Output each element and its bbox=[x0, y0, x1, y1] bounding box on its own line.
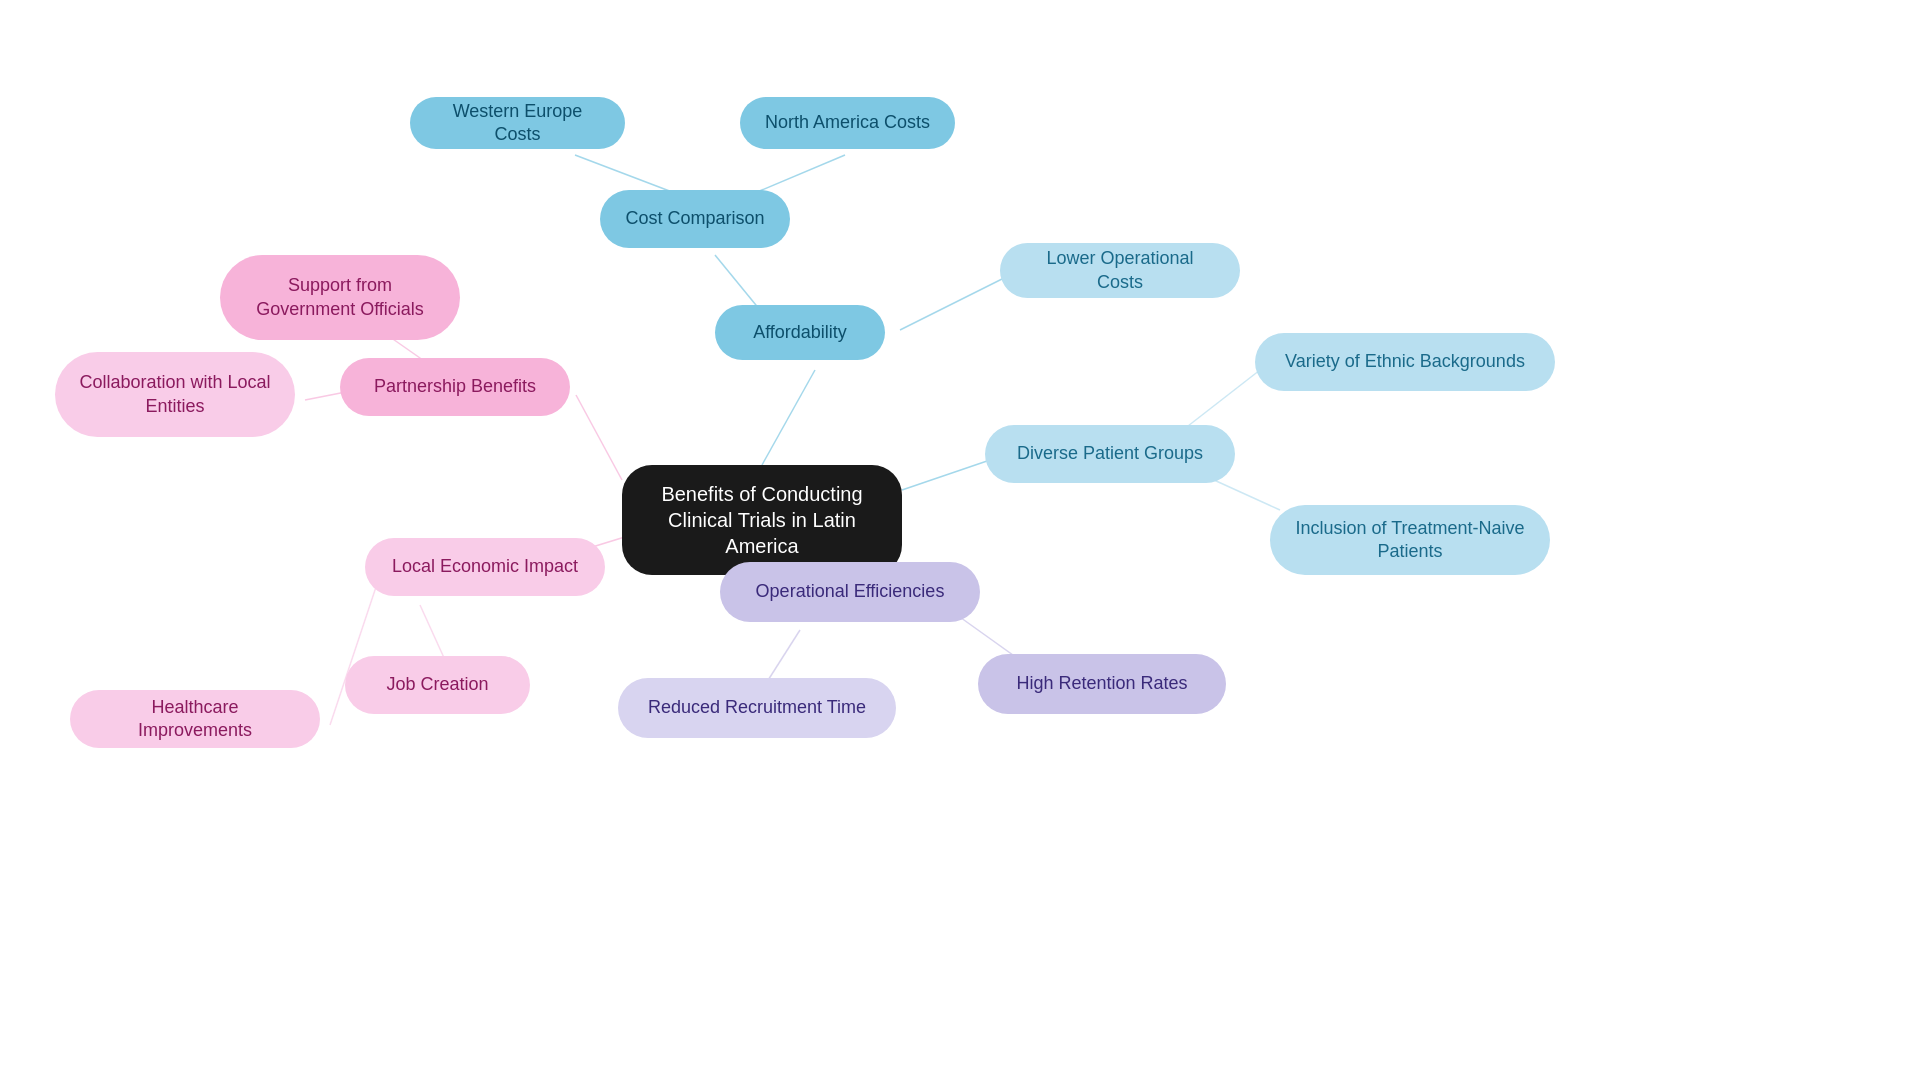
variety-ethnic-node: Variety of Ethnic Backgrounds bbox=[1255, 333, 1555, 391]
collaboration-local-node: Collaboration with Local Entities bbox=[55, 352, 295, 437]
job-creation-node: Job Creation bbox=[345, 656, 530, 714]
svg-line-2 bbox=[575, 155, 680, 195]
svg-line-13 bbox=[420, 605, 445, 660]
diverse-patient-groups-node: Diverse Patient Groups bbox=[985, 425, 1235, 483]
reduced-recruitment-label: Reduced Recruitment Time bbox=[648, 696, 866, 719]
partnership-benefits-node: Partnership Benefits bbox=[340, 358, 570, 416]
svg-line-1 bbox=[715, 255, 760, 310]
variety-ethnic-label: Variety of Ethnic Backgrounds bbox=[1285, 350, 1525, 373]
support-government-label: Support from Government Officials bbox=[242, 274, 438, 321]
collaboration-label: Collaboration with Local Entities bbox=[77, 371, 273, 418]
north-america-label: North America Costs bbox=[765, 111, 930, 134]
partnership-label: Partnership Benefits bbox=[374, 375, 536, 398]
high-retention-node: High Retention Rates bbox=[978, 654, 1226, 714]
svg-line-5 bbox=[902, 460, 990, 490]
svg-line-15 bbox=[765, 630, 800, 685]
local-economic-label: Local Economic Impact bbox=[392, 555, 578, 578]
svg-line-3 bbox=[750, 155, 845, 195]
diverse-patient-label: Diverse Patient Groups bbox=[1017, 442, 1203, 465]
svg-line-4 bbox=[900, 275, 1010, 330]
operational-efficiencies-node: Operational Efficiencies bbox=[720, 562, 980, 622]
support-government-node: Support from Government Officials bbox=[220, 255, 460, 340]
inclusion-treatment-node: Inclusion of Treatment-Naive Patients bbox=[1270, 505, 1550, 575]
north-america-node: North America Costs bbox=[740, 97, 955, 149]
cost-comparison-label: Cost Comparison bbox=[625, 207, 764, 230]
svg-line-0 bbox=[762, 370, 815, 465]
center-node: Benefits of Conducting Clinical Trials i… bbox=[622, 465, 902, 575]
job-creation-label: Job Creation bbox=[386, 673, 488, 696]
operational-label: Operational Efficiencies bbox=[756, 580, 945, 603]
high-retention-label: High Retention Rates bbox=[1016, 672, 1187, 695]
western-europe-label: Western Europe Costs bbox=[432, 100, 603, 147]
cost-comparison-node: Cost Comparison bbox=[600, 190, 790, 248]
lower-operational-label: Lower Operational Costs bbox=[1022, 247, 1218, 294]
inclusion-treatment-label: Inclusion of Treatment-Naive Patients bbox=[1292, 517, 1528, 564]
svg-line-8 bbox=[576, 395, 622, 480]
healthcare-improvements-node: Healthcare Improvements bbox=[70, 690, 320, 748]
healthcare-label: Healthcare Improvements bbox=[92, 696, 298, 743]
affordability-node: Affordability bbox=[715, 305, 885, 360]
lower-operational-costs-node: Lower Operational Costs bbox=[1000, 243, 1240, 298]
center-label: Benefits of Conducting Clinical Trials i… bbox=[644, 481, 880, 559]
reduced-recruitment-node: Reduced Recruitment Time bbox=[618, 678, 896, 738]
affordability-label: Affordability bbox=[753, 321, 847, 344]
western-europe-node: Western Europe Costs bbox=[410, 97, 625, 149]
local-economic-node: Local Economic Impact bbox=[365, 538, 605, 596]
